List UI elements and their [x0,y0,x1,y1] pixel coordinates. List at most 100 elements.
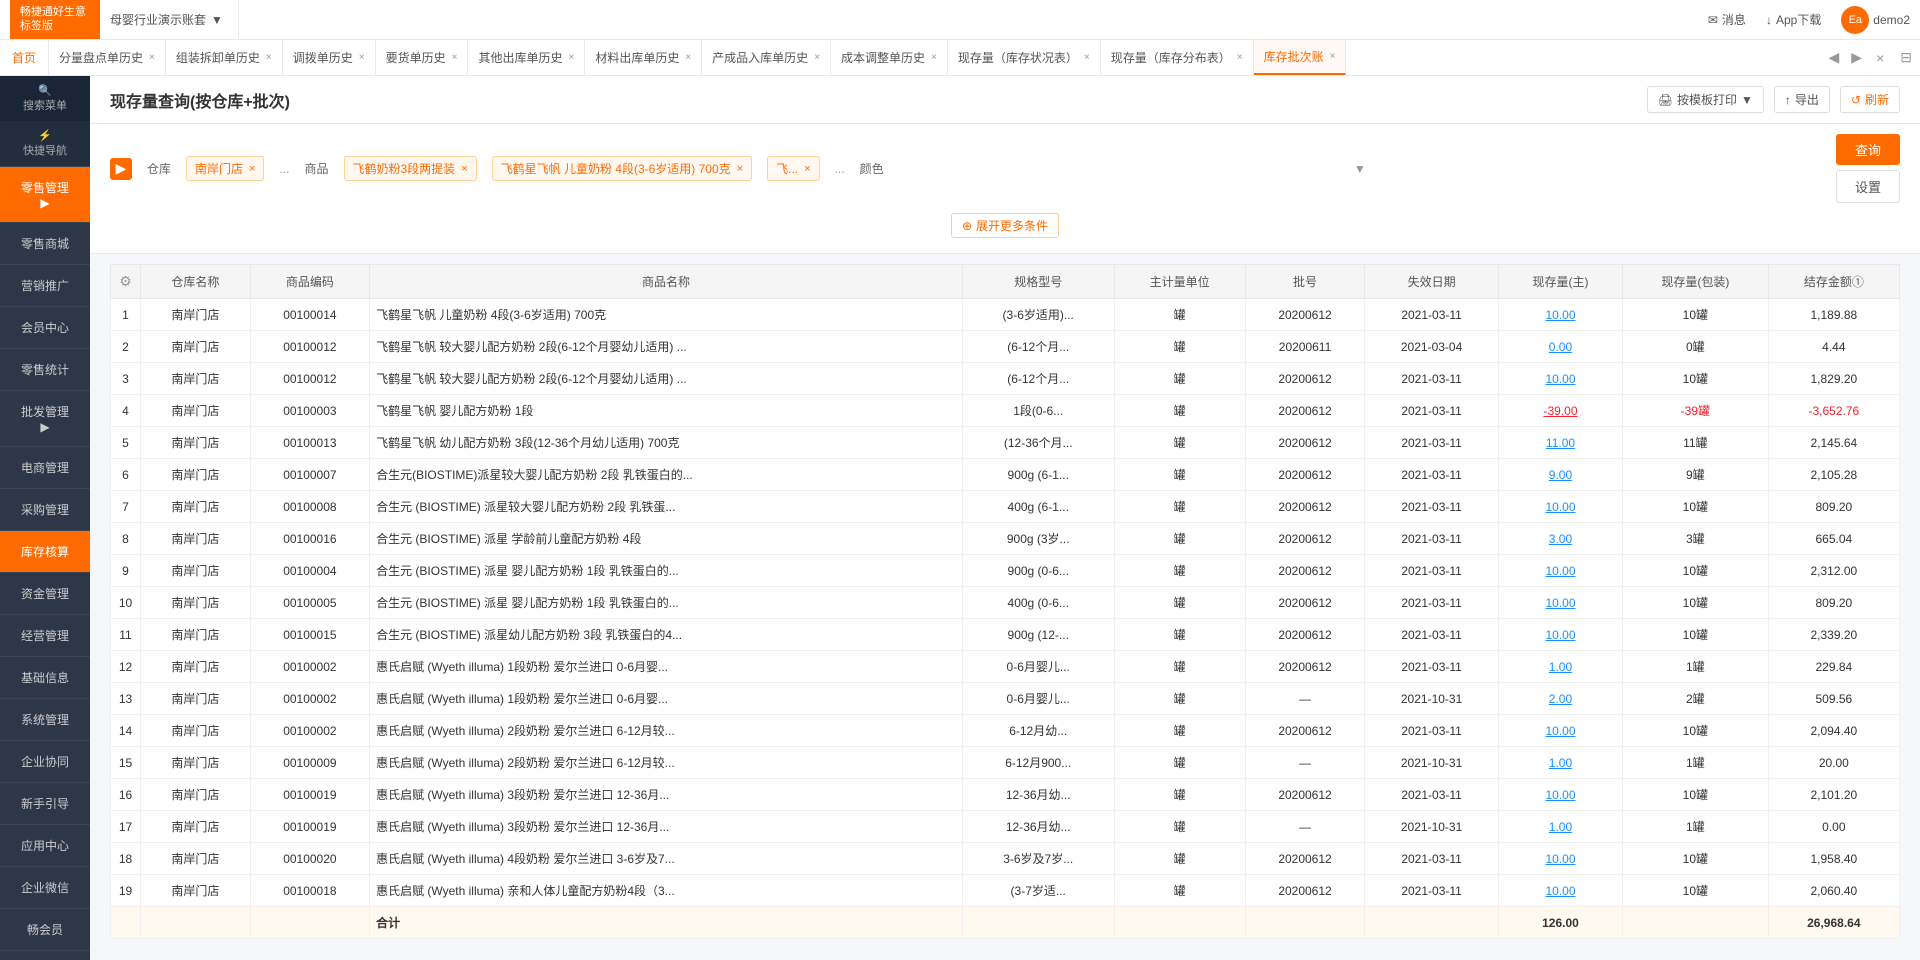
warehouse-tag-close[interactable]: × [249,163,255,175]
td-qty-main[interactable]: 10.00 [1498,555,1622,587]
close-icon[interactable]: × [452,52,458,63]
product-tag-2-close[interactable]: × [737,163,743,175]
sidebar-item-system[interactable]: 系统管理 [0,699,90,741]
td-qty-main[interactable]: 9.00 [1498,459,1622,491]
product-filter-tag-2[interactable]: 飞鹤星飞帆 儿童奶粉 4段(3-6岁适用) 700克 × [492,156,752,181]
tab-home[interactable]: 首页 [0,40,49,75]
expand-button[interactable]: ⊕ 展开更多条件 [951,213,1059,238]
td-qty-main[interactable]: 10.00 [1498,363,1622,395]
table-row: 9 南岸门店 00100004 合生元 (BIOSTIME) 派星 婴儿配方奶粉… [111,555,1900,587]
app-download-button[interactable]: ↓ App下载 [1766,11,1821,28]
th-unit: 主计量单位 [1114,265,1245,299]
td-qty-main[interactable]: 1.00 [1498,747,1622,779]
tab-inv-status[interactable]: 现存量（库存状况表） × [948,40,1101,75]
sidebar-item-inventory[interactable]: 库存核算 [0,531,90,573]
expand-more-conditions[interactable]: ⊕ 展开更多条件 [110,208,1900,243]
refresh-button[interactable]: ↺ 刷新 [1840,86,1900,113]
product-filter-tag-3[interactable]: 飞... × [767,156,819,181]
tab-prev-button[interactable]: ◀ [1823,49,1846,66]
product-tag-3-close[interactable]: × [804,163,810,175]
tab-inv-dist[interactable]: 现存量（库存分布表） × [1101,40,1254,75]
color-expand-icon[interactable]: ▼ [1354,162,1366,176]
tab-material-out[interactable]: 材料出库单历史 × [585,40,702,75]
user-profile[interactable]: Ea demo2 [1841,6,1910,34]
tab-next-button[interactable]: ▶ [1845,49,1868,66]
company-selector[interactable]: 母婴行业演示账套 ▼ [100,0,239,39]
td-qty-main[interactable]: 11.00 [1498,427,1622,459]
sidebar-item-vip[interactable]: 畅会员 [0,909,90,951]
td-qty-main[interactable]: 10.00 [1498,715,1622,747]
sidebar-search[interactable]: 🔍 搜索菜单 [0,76,90,121]
tab-batch-voucher[interactable]: 库存批次账 × [1254,40,1347,75]
close-icon[interactable]: × [1237,52,1243,63]
td-qty-main[interactable]: 10.00 [1498,779,1622,811]
close-icon[interactable]: × [149,52,155,63]
tab-cost-adjust[interactable]: 成本调整单历史 × [831,40,948,75]
sidebar-item-finance[interactable]: 资金管理 [0,573,90,615]
td-qty-main[interactable]: 10.00 [1498,843,1622,875]
tab-split-check[interactable]: 分量盘点单历史 × [49,40,166,75]
td-qty-main[interactable]: 10.00 [1498,299,1622,331]
td-qty-main[interactable]: -39.00 [1498,395,1622,427]
sidebar-item-basic-info[interactable]: 基础信息 [0,657,90,699]
sidebar-item-members[interactable]: 会员中心 [0,307,90,349]
close-icon[interactable]: × [359,52,365,63]
setting-button[interactable]: 设置 [1836,170,1900,203]
close-icon[interactable]: × [814,52,820,63]
sidebar-item-retail-mall[interactable]: 零售商城 [0,223,90,265]
tab-other-out[interactable]: 其他出库单历史 × [468,40,585,75]
sidebar-item-purchasing[interactable]: 采购管理 [0,489,90,531]
sidebar-item-marketing[interactable]: 营销推广 [0,265,90,307]
td-qty-main[interactable]: 10.00 [1498,619,1622,651]
sidebar-item-operations[interactable]: 经营管理 [0,615,90,657]
td-qty-main[interactable]: 10.00 [1498,587,1622,619]
tab-menu-button[interactable]: ⊟ [1892,49,1920,66]
td-qty-main[interactable]: 10.00 [1498,875,1622,907]
td-qty-main[interactable]: 2.00 [1498,683,1622,715]
close-icon[interactable]: × [568,52,574,63]
warehouse-filter-tag[interactable]: 南岸门店 × [186,156,264,181]
sidebar-item-enterprise-wechat[interactable]: 企业微信 [0,867,90,909]
tab-product-in[interactable]: 产成品入库单历史 × [702,40,831,75]
close-icon[interactable]: × [1084,52,1090,63]
th-warehouse: 仓库名称 [141,265,251,299]
filter-toggle-button[interactable]: ▶ [110,158,132,180]
sidebar-item-enterprise[interactable]: 企业协同 [0,741,90,783]
td-qty-pkg: 10罐 [1623,363,1769,395]
td-qty-main[interactable]: 0.00 [1498,331,1622,363]
td-amount: 2,094.40 [1768,715,1899,747]
td-qty-main[interactable]: 10.00 [1498,491,1622,523]
sidebar-item-ecommerce[interactable]: 电商管理 [0,447,90,489]
tab-close-all-button[interactable]: × [1868,50,1892,66]
expand-icon: ⊕ [962,219,972,233]
close-icon[interactable]: × [1330,51,1336,62]
warehouse-more[interactable]: ... [279,162,289,176]
product-tag-1-close[interactable]: × [461,163,467,175]
product-filter-tag-1[interactable]: 飞鹤奶粉3段两提装 × [344,156,477,181]
td-qty-main[interactable]: 1.00 [1498,811,1622,843]
tab-unpack[interactable]: 组装拆卸单历史 × [166,40,283,75]
export-button[interactable]: ↑ 导出 [1774,86,1830,113]
sidebar-item-retail[interactable]: 零售管理 ▶ [0,167,90,223]
tab-borrow[interactable]: 要货单历史 × [376,40,469,75]
sidebar-item-retail-stats[interactable]: 零售统计 [0,349,90,391]
settings-icon[interactable]: ⚙ [119,273,132,289]
sidebar-item-wholesale[interactable]: 批发管理 ▶ [0,391,90,447]
sidebar-item-new-guide[interactable]: 新手引导 [0,783,90,825]
table-row: 17 南岸门店 00100019 惠氏启赋 (Wyeth illuma) 3段奶… [111,811,1900,843]
tab-mix[interactable]: 调拨单历史 × [283,40,376,75]
query-button[interactable]: 查询 [1836,134,1900,165]
product-more[interactable]: ... [835,162,845,176]
close-icon[interactable]: × [266,52,272,63]
td-qty-main[interactable]: 1.00 [1498,651,1622,683]
sidebar-quick-nav[interactable]: ⚡ 快捷导航 [0,121,90,167]
td-qty-main[interactable]: 3.00 [1498,523,1622,555]
td-warehouse: 南岸门店 [141,651,251,683]
sidebar-item-app-center[interactable]: 应用中心 [0,825,90,867]
template-print-button[interactable]: 🖨 按模板打印 ▼ [1647,86,1764,113]
table-row: 2 南岸门店 00100012 飞鹤星飞帆 较大婴儿配方奶粉 2段(6-12个月… [111,331,1900,363]
td-spec: (6-12个月... [962,363,1114,395]
message-button[interactable]: ✉ 消息 [1708,11,1746,28]
close-icon[interactable]: × [685,52,691,63]
close-icon[interactable]: × [931,52,937,63]
